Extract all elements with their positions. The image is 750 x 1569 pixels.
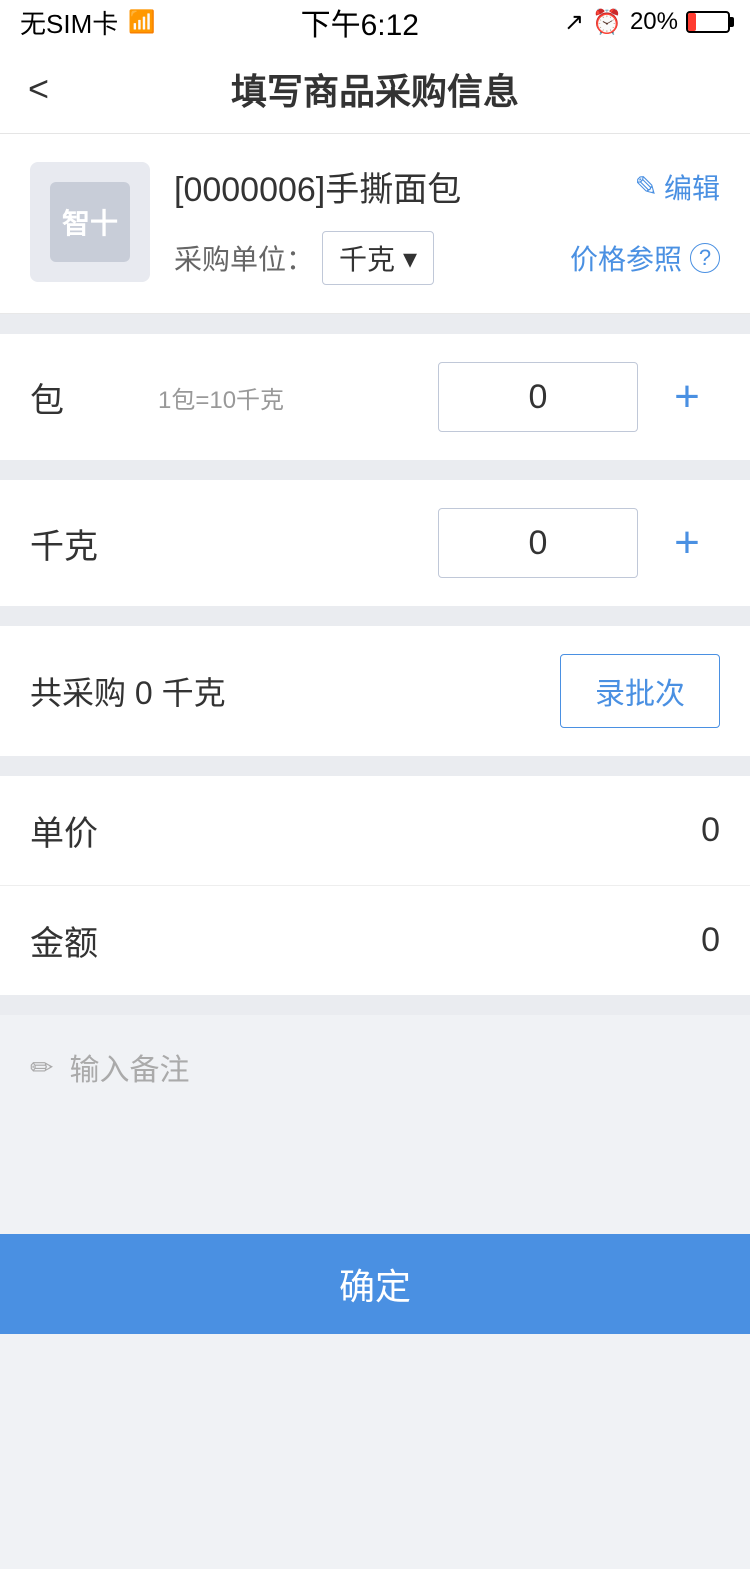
kg-label: 千克: [30, 519, 150, 568]
product-info: [0000006]手撕面包 ✎ 编辑 采购单位： 千克 ▾ 价格参照 ?: [174, 162, 720, 285]
alarm-icon: ⏰: [592, 8, 622, 37]
section-divider-1: [0, 314, 750, 334]
battery-icon: [686, 11, 730, 33]
status-bar: 无SIM卡 📶 下午6:12 ↗ ⏰ 20%: [0, 0, 750, 44]
kg-input-wrapper: +: [150, 508, 720, 578]
bao-input[interactable]: [438, 362, 638, 432]
price-section: 单价 0 金额 0: [0, 776, 750, 995]
pencil-icon: ✏: [30, 1051, 53, 1084]
price-ref-label: 价格参照: [570, 238, 682, 278]
location-icon: ↗: [564, 8, 584, 37]
bao-sub: 1包=10千克: [158, 380, 284, 415]
product-logo: 智十: [50, 182, 130, 262]
kg-input[interactable]: [438, 508, 638, 578]
section-divider-3: [0, 606, 750, 626]
bao-label: 包: [30, 373, 150, 422]
page-title: 填写商品采购信息: [231, 63, 519, 115]
unit-value: 千克: [339, 238, 395, 278]
amount-value: 0: [701, 921, 720, 960]
dropdown-icon: ▾: [403, 242, 417, 275]
bao-row: 包 1包=10千克 +: [0, 334, 750, 460]
form-section-kg: 千克 +: [0, 480, 750, 606]
back-button[interactable]: <: [28, 68, 49, 110]
purchase-unit-label: 采购单位：: [174, 238, 314, 278]
purchase-unit-row: 采购单位： 千克 ▾ 价格参照 ?: [174, 231, 720, 285]
section-divider-5: [0, 995, 750, 1015]
form-section-bao: 包 1包=10千克 +: [0, 334, 750, 460]
total-row: 共采购 0 千克 录批次: [0, 626, 750, 756]
edit-button[interactable]: ✎ 编辑: [635, 167, 720, 207]
time-label: 下午6:12: [301, 0, 419, 44]
kg-plus-button[interactable]: +: [654, 510, 720, 576]
product-card: 智十 [0000006]手撕面包 ✎ 编辑 采购单位： 千克 ▾: [0, 134, 750, 314]
record-batch-button[interactable]: 录批次: [560, 654, 720, 728]
amount-label: 金额: [30, 916, 98, 965]
nav-bar: < 填写商品采购信息: [0, 44, 750, 134]
product-full-name: [0000006]手撕面包: [174, 162, 461, 211]
product-name-row: [0000006]手撕面包 ✎ 编辑: [174, 162, 720, 211]
confirm-label: 确定: [339, 1258, 411, 1310]
edit-label: 编辑: [664, 167, 720, 207]
kg-row: 千克 +: [0, 480, 750, 606]
total-label: 共采购 0 千克: [30, 668, 226, 714]
status-left: 无SIM卡 📶: [20, 4, 156, 41]
section-divider-2: [0, 460, 750, 480]
wifi-icon: 📶: [128, 9, 155, 35]
unit-price-value: 0: [701, 811, 720, 850]
product-image: 智十: [30, 162, 150, 282]
carrier-label: 无SIM卡: [20, 4, 118, 41]
unit-select[interactable]: 千克 ▾: [322, 231, 434, 285]
battery-pct: 20%: [630, 8, 678, 36]
unit-price-label: 单价: [30, 806, 98, 855]
confirm-button[interactable]: 确定: [0, 1234, 750, 1334]
status-right: ↗ ⏰ 20%: [564, 8, 730, 37]
bao-input-wrapper: +: [284, 362, 720, 432]
section-divider-4: [0, 756, 750, 776]
bao-plus-button[interactable]: +: [654, 364, 720, 430]
notes-placeholder: 输入备注: [69, 1045, 189, 1089]
amount-row: 金额 0: [0, 886, 750, 995]
main-content: 智十 [0000006]手撕面包 ✎ 编辑 采购单位： 千克 ▾: [0, 134, 750, 1569]
unit-price-row: 单价 0: [0, 776, 750, 886]
help-icon: ?: [690, 243, 720, 273]
edit-icon: ✎: [635, 170, 658, 203]
price-ref-button[interactable]: 价格参照 ?: [570, 238, 720, 278]
notes-section[interactable]: ✏ 输入备注: [0, 1015, 750, 1119]
